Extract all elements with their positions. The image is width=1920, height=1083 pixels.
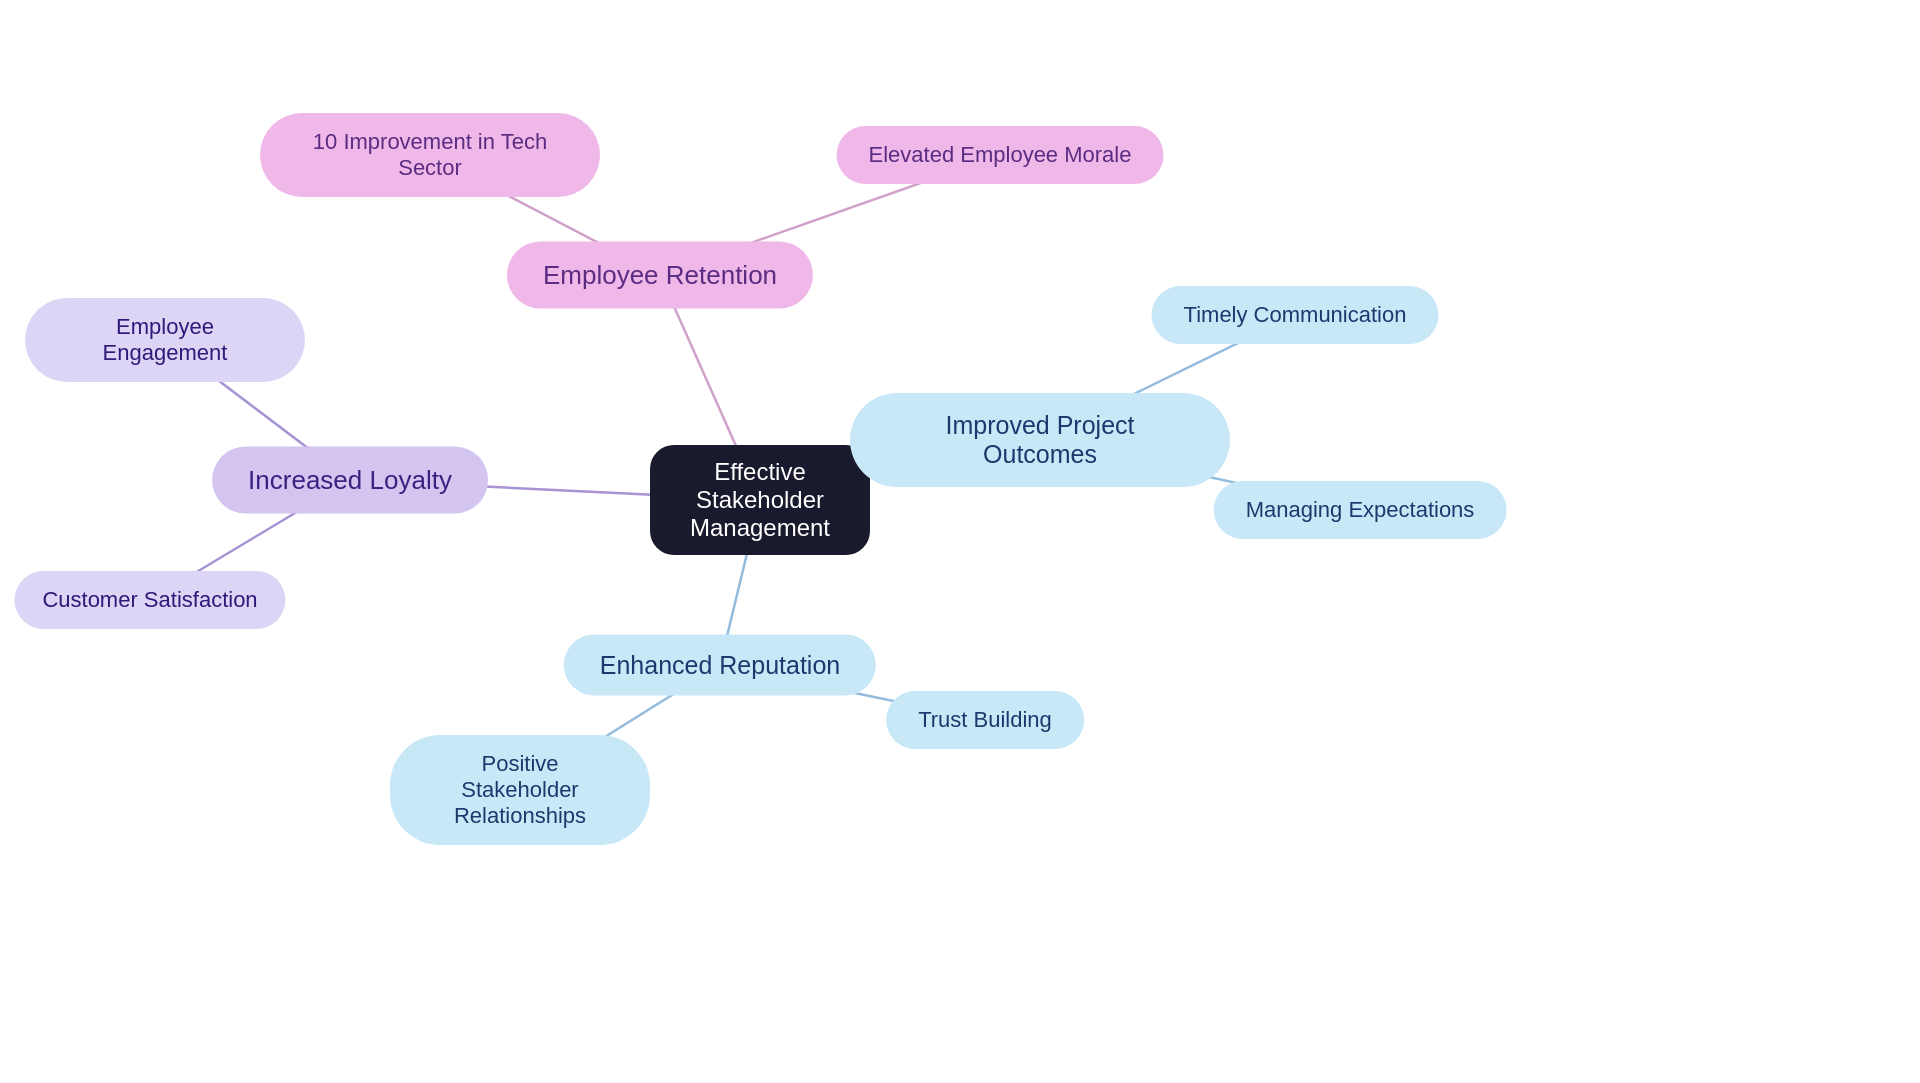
customer-satisfaction-label: Customer Satisfaction <box>42 587 257 613</box>
enhanced-reputation-label: Enhanced Reputation <box>600 651 840 680</box>
mindmap-container: Effective StakeholderManagement Employee… <box>0 0 1920 1083</box>
node-enhanced-reputation[interactable]: Enhanced Reputation <box>564 635 876 696</box>
node-employee-engagement[interactable]: Employee Engagement <box>25 298 305 382</box>
elevated-morale-label: Elevated Employee Morale <box>869 142 1132 168</box>
employee-retention-label: Employee Retention <box>543 260 777 291</box>
increased-loyalty-label: Increased Loyalty <box>248 465 452 496</box>
node-timely-communication[interactable]: Timely Communication <box>1152 286 1439 344</box>
node-improved-project[interactable]: Improved Project Outcomes <box>850 393 1230 487</box>
center-label: Effective StakeholderManagement <box>678 458 842 542</box>
node-customer-satisfaction[interactable]: Customer Satisfaction <box>14 571 285 629</box>
improved-project-label: Improved Project Outcomes <box>886 411 1194 469</box>
center-node[interactable]: Effective StakeholderManagement <box>650 445 870 555</box>
node-employee-retention[interactable]: Employee Retention <box>507 242 813 309</box>
node-tech-improvement[interactable]: 10 Improvement in Tech Sector <box>260 113 600 197</box>
trust-building-label: Trust Building <box>918 707 1052 733</box>
node-managing-expectations[interactable]: Managing Expectations <box>1214 481 1507 539</box>
managing-expectations-label: Managing Expectations <box>1246 497 1475 523</box>
node-increased-loyalty[interactable]: Increased Loyalty <box>212 447 488 514</box>
node-elevated-morale[interactable]: Elevated Employee Morale <box>837 126 1164 184</box>
node-positive-stakeholder[interactable]: Positive StakeholderRelationships <box>390 735 650 845</box>
employee-engagement-label: Employee Engagement <box>53 314 277 366</box>
timely-communication-label: Timely Communication <box>1184 302 1407 328</box>
tech-improvement-label: 10 Improvement in Tech Sector <box>292 129 568 181</box>
node-trust-building[interactable]: Trust Building <box>886 691 1084 749</box>
positive-stakeholder-label: Positive StakeholderRelationships <box>420 751 620 829</box>
